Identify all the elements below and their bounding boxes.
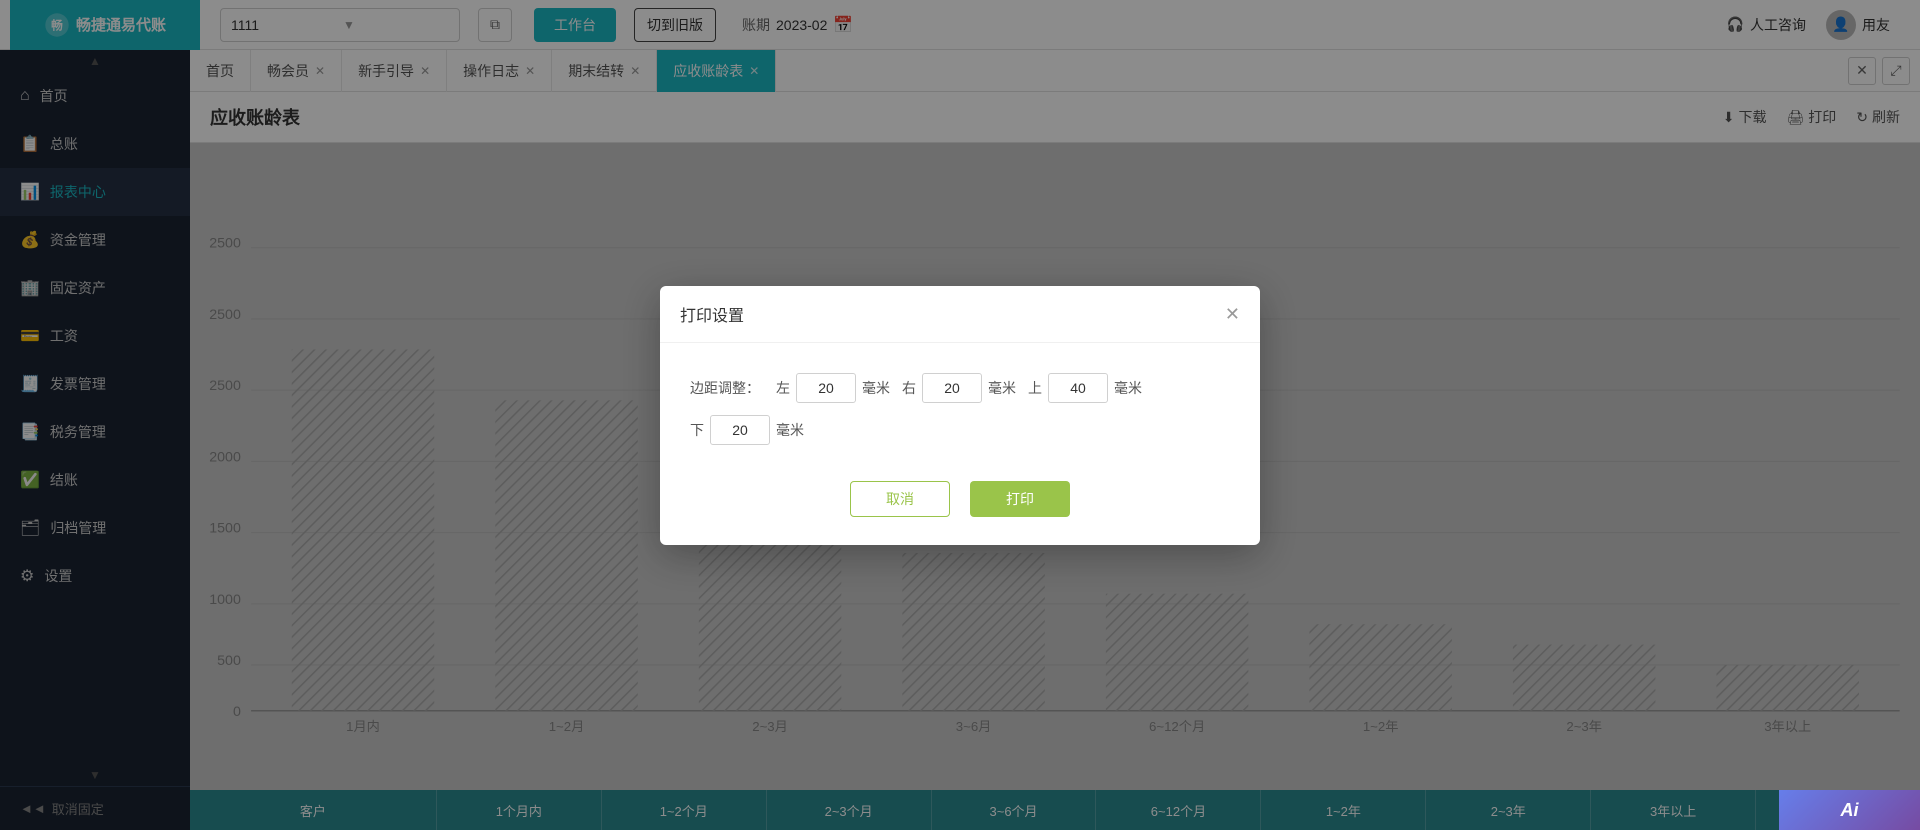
bottom-margin-unit: 毫米: [776, 420, 804, 440]
print-settings-modal: 打印设置 ✕ 边距调整： 左 毫米 右 毫米: [660, 286, 1260, 545]
left-margin-label: 左: [776, 378, 790, 398]
ai-badge-label: Ai: [1841, 800, 1859, 821]
left-margin-unit: 毫米: [862, 378, 890, 398]
left-margin-input[interactable]: [796, 373, 856, 403]
right-margin-label: 右: [902, 378, 916, 398]
modal-overlay[interactable]: 打印设置 ✕ 边距调整： 左 毫米 右 毫米: [0, 0, 1920, 830]
modal-body: 边距调整： 左 毫米 右 毫米 上 毫米: [660, 343, 1260, 465]
margin-adjust-label: 边距调整：: [690, 378, 760, 398]
modal-title: 打印设置: [680, 302, 744, 326]
modal-header: 打印设置 ✕: [660, 286, 1260, 343]
dialog-print-button[interactable]: 打印: [970, 481, 1070, 517]
modal-close-button[interactable]: ✕: [1225, 305, 1240, 323]
top-margin-input[interactable]: [1048, 373, 1108, 403]
ai-badge[interactable]: Ai: [1779, 790, 1920, 830]
bottom-margin-label: 下: [690, 420, 704, 440]
right-margin-unit: 毫米: [988, 378, 1016, 398]
top-margin-label: 上: [1028, 378, 1042, 398]
top-margin-unit: 毫米: [1114, 378, 1142, 398]
bottom-margin-input[interactable]: [710, 415, 770, 445]
dialog-cancel-button[interactable]: 取消: [850, 481, 950, 517]
right-margin-input[interactable]: [922, 373, 982, 403]
